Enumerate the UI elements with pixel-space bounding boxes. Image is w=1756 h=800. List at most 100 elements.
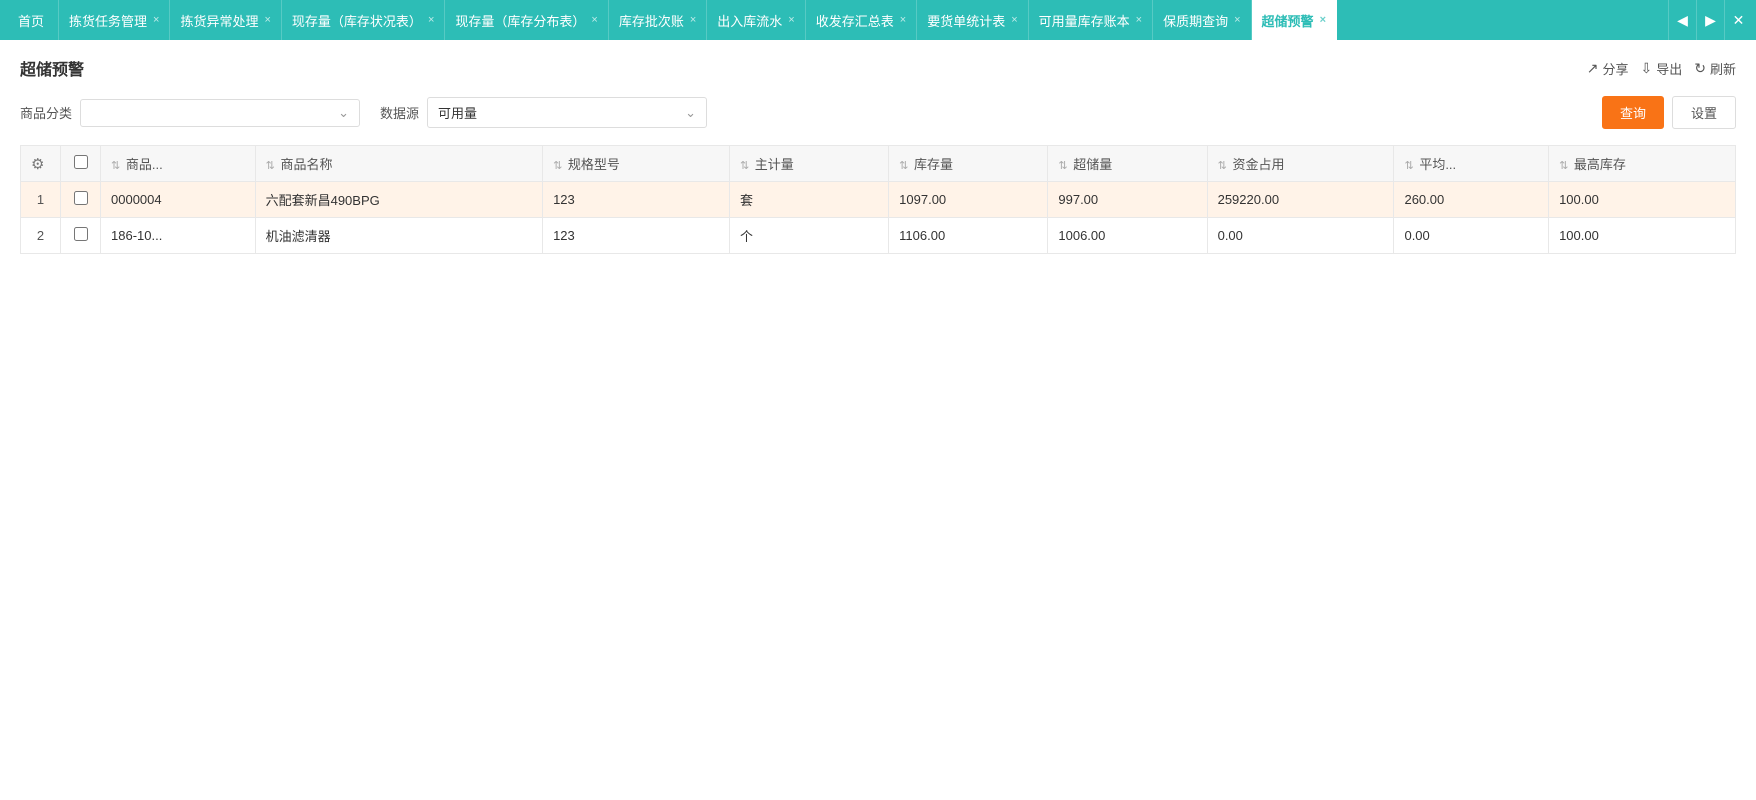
tab-label: 现存量（库存状况表） [292, 11, 422, 30]
th-stock-label: 库存量 [914, 157, 953, 172]
sort-icon: ⇅ [1218, 160, 1227, 172]
sort-icon: ⇅ [740, 160, 749, 172]
sort-icon: ⇅ [266, 160, 275, 172]
th-avg[interactable]: ⇅ 平均... [1394, 146, 1549, 182]
tab-close-icon[interactable]: × [591, 14, 597, 26]
tab-label: 超储预警 [1262, 11, 1314, 30]
row-unit: 个 [729, 218, 888, 254]
th-avg-label: 平均... [1419, 157, 1456, 172]
row-spec: 123 [543, 182, 730, 218]
category-label: 商品分类 [20, 103, 72, 122]
tab-receive[interactable]: 收发存汇总表 × [806, 0, 917, 40]
row-checkbox-cell [61, 182, 101, 218]
datasource-select[interactable]: 可用量 ⌄ [427, 97, 707, 128]
th-product-name[interactable]: ⇅ 商品名称 [255, 146, 542, 182]
row-number: 2 [21, 218, 61, 254]
th-max-stock[interactable]: ⇅ 最高库存 [1549, 146, 1736, 182]
th-settings: ⚙ [21, 146, 61, 182]
tab-quality[interactable]: 保质期查询 × [1153, 0, 1251, 40]
sort-icon: ⇅ [899, 160, 908, 172]
share-icon: ↗ [1587, 60, 1599, 77]
sort-icon: ⇅ [1058, 160, 1067, 172]
th-product-name-label: 商品名称 [280, 157, 332, 172]
header-actions: ↗ 分享 ⇩ 导出 ↻ 刷新 [1587, 59, 1736, 78]
th-stock[interactable]: ⇅ 库存量 [889, 146, 1048, 182]
tab-close-icon[interactable]: × [153, 14, 159, 26]
nav-next-button[interactable]: ▶ [1696, 0, 1724, 40]
row-product-name: 六配套新昌490BPG [255, 182, 542, 218]
tab-inventory-status[interactable]: 现存量（库存状况表） × [282, 0, 445, 40]
row-overstock: 997.00 [1048, 182, 1207, 218]
tab-label: 拣货任务管理 [69, 11, 147, 30]
tab-close-icon[interactable]: × [1320, 14, 1326, 26]
table-header-row: ⚙ ⇅ 商品... ⇅ 商品名称 ⇅ 规格型号 ⇅ [21, 146, 1736, 182]
th-spec[interactable]: ⇅ 规格型号 [543, 146, 730, 182]
share-button[interactable]: ↗ 分享 [1587, 59, 1629, 78]
th-unit[interactable]: ⇅ 主计量 [729, 146, 888, 182]
row-product-code: 186-10... [101, 218, 256, 254]
page-header: 超储预警 ↗ 分享 ⇩ 导出 ↻ 刷新 [20, 56, 1736, 80]
row-stock: 1097.00 [889, 182, 1048, 218]
tab-batch[interactable]: 库存批次账 × [609, 0, 707, 40]
th-max-stock-label: 最高库存 [1574, 157, 1626, 172]
row-checkbox[interactable] [74, 191, 88, 205]
tab-label: 库存批次账 [619, 11, 684, 30]
refresh-button[interactable]: ↻ 刷新 [1694, 59, 1736, 78]
nav-close-button[interactable]: ✕ [1724, 0, 1752, 40]
filter-row: 商品分类 ⌄ 数据源 可用量 ⌄ 查询 设置 [20, 96, 1736, 129]
datasource-value: 可用量 [438, 103, 477, 122]
th-capital-label: 资金占用 [1232, 157, 1284, 172]
select-all-checkbox[interactable] [74, 155, 88, 169]
th-overstock-label: 超储量 [1073, 157, 1112, 172]
nav-prev-button[interactable]: ◀ [1668, 0, 1696, 40]
tab-label: 可用量库存账本 [1039, 11, 1130, 30]
tab-label: 现存量（库存分布表） [455, 11, 585, 30]
tab-close-icon[interactable]: × [1136, 14, 1142, 26]
tab-close-icon[interactable]: × [690, 14, 696, 26]
refresh-label: 刷新 [1710, 59, 1736, 78]
tab-close-icon[interactable]: × [900, 14, 906, 26]
table-row: 2 186-10... 机油滤清器 123 个 1106.00 1006.00 … [21, 218, 1736, 254]
refresh-icon: ↻ [1694, 60, 1706, 77]
tab-tanhuo-manage[interactable]: 拣货任务管理 × [59, 0, 170, 40]
sort-icon: ⇅ [1404, 160, 1413, 172]
row-checkbox[interactable] [74, 227, 88, 241]
tab-close-icon[interactable]: × [1011, 14, 1017, 26]
export-icon: ⇩ [1641, 60, 1653, 77]
tab-close-icon[interactable]: × [788, 14, 794, 26]
tab-inventory-dist[interactable]: 现存量（库存分布表） × [445, 0, 608, 40]
query-button[interactable]: 查询 [1602, 96, 1664, 129]
tab-tanhuo-exception[interactable]: 拣货异常处理 × [170, 0, 281, 40]
tab-inout[interactable]: 出入库流水 × [707, 0, 805, 40]
settings-button[interactable]: 设置 [1672, 96, 1736, 129]
row-unit: 套 [729, 182, 888, 218]
row-capital: 259220.00 [1207, 182, 1394, 218]
nav-arrows: ◀ ▶ ✕ [1668, 0, 1752, 40]
tab-label: 保质期查询 [1163, 11, 1228, 30]
sort-icon: ⇅ [553, 160, 562, 172]
tab-close-icon[interactable]: × [1234, 14, 1240, 26]
filter-group-category: 商品分类 ⌄ [20, 99, 360, 127]
tab-avail-ledger[interactable]: 可用量库存账本 × [1029, 0, 1153, 40]
share-label: 分享 [1602, 59, 1628, 78]
settings-gear-icon[interactable]: ⚙ [31, 156, 44, 173]
th-overstock[interactable]: ⇅ 超储量 [1048, 146, 1207, 182]
tab-close-icon[interactable]: × [428, 14, 434, 26]
row-max-stock: 100.00 [1549, 182, 1736, 218]
category-select[interactable]: ⌄ [80, 99, 360, 127]
th-spec-label: 规格型号 [568, 157, 620, 172]
sort-icon: ⇅ [111, 160, 120, 172]
th-capital[interactable]: ⇅ 资金占用 [1207, 146, 1394, 182]
tab-overstock[interactable]: 超储预警 × [1252, 0, 1337, 40]
row-spec: 123 [543, 218, 730, 254]
tab-label: 要货单统计表 [927, 11, 1005, 30]
row-avg: 0.00 [1394, 218, 1549, 254]
tab-order-stat[interactable]: 要货单统计表 × [917, 0, 1028, 40]
page-content: 超储预警 ↗ 分享 ⇩ 导出 ↻ 刷新 商品分类 ⌄ 数据源 [0, 40, 1756, 800]
export-button[interactable]: ⇩ 导出 [1641, 59, 1683, 78]
th-product-code[interactable]: ⇅ 商品... [101, 146, 256, 182]
tab-close-icon[interactable]: × [264, 14, 270, 26]
filter-actions: 查询 设置 [1602, 96, 1736, 129]
nav-home[interactable]: 首页 [4, 0, 59, 40]
row-checkbox-cell [61, 218, 101, 254]
